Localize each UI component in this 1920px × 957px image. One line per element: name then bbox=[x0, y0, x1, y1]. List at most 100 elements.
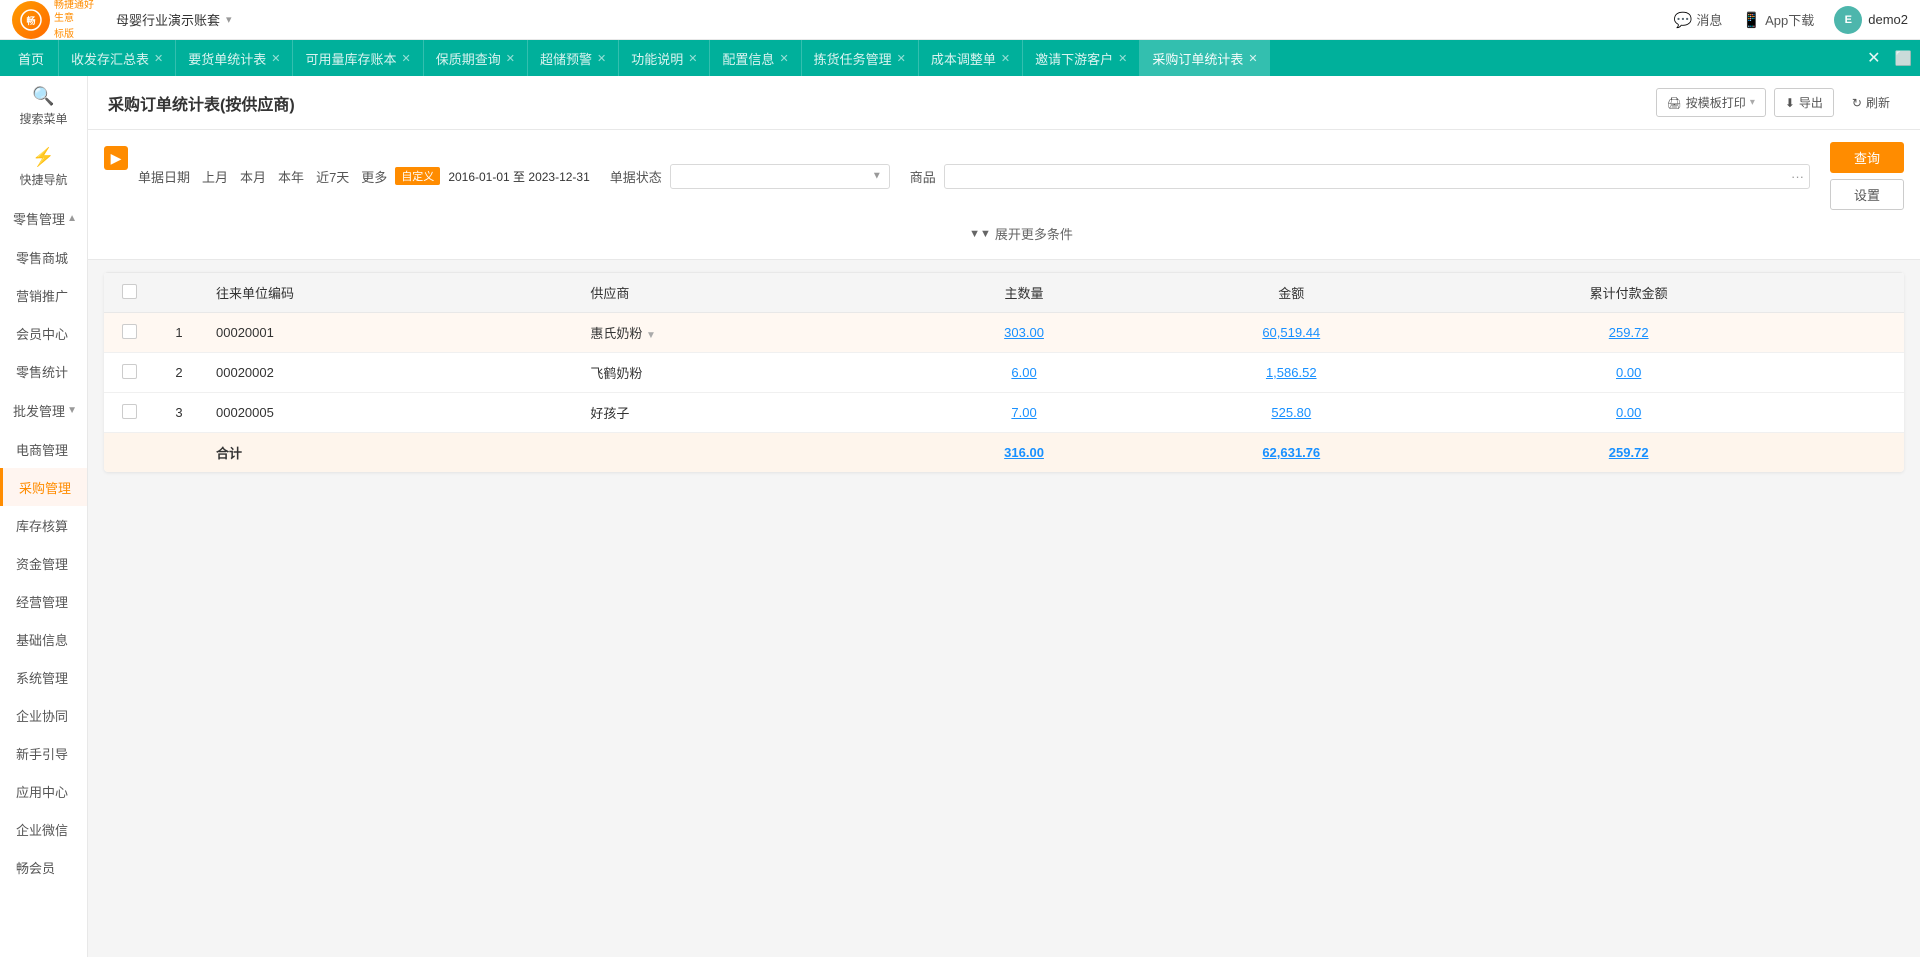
sidebar: 🔍 搜索菜单 ⚡ 快捷导航 零售管理 ▲ 零售商城 营销推广 会员中心 零售统计… bbox=[0, 76, 88, 957]
sidebar-item-wholesale[interactable]: 批发管理 ▼ bbox=[0, 390, 87, 430]
sidebar-item-retail-shop-label: 零售商城 bbox=[16, 248, 68, 267]
sidebar-item-purchase-label: 采购管理 bbox=[19, 478, 71, 497]
tab-stock-ledger[interactable]: 可用量库存账本 ✕ bbox=[293, 40, 423, 76]
tab-home-label: 首页 bbox=[18, 49, 44, 68]
row-qty[interactable]: 303.00 bbox=[907, 313, 1141, 353]
message-btn[interactable]: 💬 消息 bbox=[1674, 10, 1723, 29]
sidebar-item-search[interactable]: 🔍 搜索菜单 bbox=[0, 76, 87, 137]
row-amount[interactable]: 525.80 bbox=[1141, 393, 1441, 433]
expand-more-btn[interactable]: ▼▼ 展开更多条件 bbox=[959, 220, 1083, 247]
tab-order-stat-close[interactable]: ✕ bbox=[271, 52, 280, 65]
row-paid[interactable]: 0.00 bbox=[1441, 393, 1815, 433]
table-row: 3 00020005 好孩子 7.00 525.80 0.00 bbox=[104, 393, 1904, 433]
nav-tabs-bar: 首页 收发存汇总表 ✕ 要货单统计表 ✕ 可用量库存账本 ✕ 保质期查询 ✕ 超… bbox=[0, 40, 1920, 76]
app-name: 畅捷通好生意 bbox=[54, 0, 100, 25]
filter-goods-input[interactable] bbox=[944, 164, 1810, 189]
print-arrow-icon: ▾ bbox=[1750, 97, 1755, 108]
tab-order-stat[interactable]: 要货单统计表 ✕ bbox=[176, 40, 293, 76]
date-btn-7days[interactable]: 近7天 bbox=[312, 166, 353, 187]
goods-input-more-icon[interactable]: ··· bbox=[1791, 169, 1804, 184]
workspace-name: 母婴行业演示账套 bbox=[116, 10, 220, 29]
sidebar-item-retail-shop[interactable]: 零售商城 bbox=[0, 238, 87, 276]
row-supplier-name: 惠氏奶粉 ▼ bbox=[578, 313, 907, 353]
tab-purchase-stat-close[interactable]: ✕ bbox=[1248, 52, 1257, 65]
filter-goods: 商品 ··· bbox=[910, 164, 1810, 189]
tab-cost-adjust[interactable]: 成本调整单 ✕ bbox=[919, 40, 1023, 76]
row-no: 2 bbox=[154, 353, 204, 393]
tab-home[interactable]: 首页 bbox=[4, 40, 59, 76]
tab-receive-send-label: 收发存汇总表 bbox=[71, 49, 149, 68]
sidebar-item-newguide[interactable]: 新手引导 bbox=[0, 734, 87, 772]
app-download-btn[interactable]: 📱 App下载 bbox=[1742, 10, 1814, 29]
sidebar-item-wechat[interactable]: 企业微信 bbox=[0, 810, 87, 848]
user-name: demo2 bbox=[1868, 12, 1908, 27]
sidebar-item-search-label: 搜索菜单 bbox=[19, 110, 67, 127]
footer-label: 合计 bbox=[216, 446, 242, 461]
row-checkbox[interactable] bbox=[122, 404, 137, 419]
user-area[interactable]: E demo2 bbox=[1834, 6, 1908, 34]
sidebar-item-marketing-label: 营销推广 bbox=[16, 286, 68, 305]
tab-receive-send-close[interactable]: ✕ bbox=[154, 52, 163, 65]
tab-config[interactable]: 配置信息 ✕ bbox=[710, 40, 801, 76]
sidebar-item-operations[interactable]: 经营管理 bbox=[0, 582, 87, 620]
sidebar-item-stock-label: 库存核算 bbox=[16, 516, 68, 535]
sidebar-item-purchase[interactable]: 采购管理 bbox=[0, 468, 87, 506]
date-btn-more[interactable]: 更多 bbox=[357, 166, 391, 187]
tab-expiry[interactable]: 保质期查询 ✕ bbox=[424, 40, 528, 76]
sidebar-item-retail-mgmt[interactable]: 零售管理 ▲ bbox=[0, 198, 87, 238]
row-paid[interactable]: 259.72 bbox=[1441, 313, 1815, 353]
sidebar-item-stock[interactable]: 库存核算 bbox=[0, 506, 87, 544]
row-paid[interactable]: 0.00 bbox=[1441, 353, 1815, 393]
row-amount[interactable]: 60,519.44 bbox=[1141, 313, 1441, 353]
btn-query[interactable]: 查询 bbox=[1830, 142, 1904, 173]
sidebar-item-quicknav[interactable]: ⚡ 快捷导航 bbox=[0, 137, 87, 198]
sidebar-item-basic-info[interactable]: 基础信息 bbox=[0, 620, 87, 658]
sidebar-item-member[interactable]: 会员中心 bbox=[0, 314, 87, 352]
date-btn-this-month[interactable]: 本月 bbox=[236, 166, 270, 187]
sidebar-item-sys[interactable]: 系统管理 bbox=[0, 658, 87, 696]
btn-setting[interactable]: 设置 bbox=[1830, 179, 1904, 210]
btn-export[interactable]: ⬇ 导出 bbox=[1774, 88, 1834, 117]
message-label: 消息 bbox=[1696, 10, 1722, 29]
btn-print[interactable]: 🖨 按模板打印 ▾ bbox=[1656, 88, 1766, 117]
row-qty[interactable]: 7.00 bbox=[907, 393, 1141, 433]
sidebar-item-retail-label: 零售管理 bbox=[13, 209, 65, 228]
filter-status-select[interactable] bbox=[670, 164, 890, 189]
sidebar-item-appcenter[interactable]: 应用中心 bbox=[0, 772, 87, 810]
filter-date: 单据日期 上月 本月 本年 近7天 更多 自定义 2016-01-01 至 bbox=[138, 166, 590, 187]
date-btn-last-month[interactable]: 上月 bbox=[198, 166, 232, 187]
row-checkbox[interactable] bbox=[122, 324, 137, 339]
print-icon: 🖨 bbox=[1667, 96, 1682, 110]
logo-icon: 畅 bbox=[12, 1, 50, 39]
tab-receive-send[interactable]: 收发存汇总表 ✕ bbox=[59, 40, 176, 76]
nav-close-icon[interactable]: ✕ bbox=[1863, 44, 1884, 72]
filter-toggle-btn[interactable]: ▶ bbox=[104, 146, 128, 170]
logo-area: 畅 畅捷通好生意 标版 bbox=[12, 0, 100, 40]
tab-invite-downstream[interactable]: 邀请下游客户 ✕ bbox=[1023, 40, 1140, 76]
header-checkbox[interactable] bbox=[122, 284, 137, 299]
tab-purchase-stat-label: 采购订单统计表 bbox=[1152, 49, 1243, 68]
date-custom-tag[interactable]: 自定义 bbox=[395, 167, 440, 185]
tab-pick-task[interactable]: 拣货任务管理 ✕ bbox=[802, 40, 919, 76]
tab-overstock[interactable]: 超储预警 ✕ bbox=[528, 40, 619, 76]
nav-restore-icon[interactable]: ⬜ bbox=[1891, 46, 1916, 71]
row-amount[interactable]: 1,586.52 bbox=[1141, 353, 1441, 393]
row-supplier-code: 00020002 bbox=[204, 353, 578, 393]
sidebar-item-finance[interactable]: 资金管理 bbox=[0, 544, 87, 582]
sidebar-item-marketing[interactable]: 营销推广 bbox=[0, 276, 87, 314]
download-icon: 📱 bbox=[1742, 11, 1761, 29]
col-check bbox=[104, 273, 154, 313]
workspace-selector[interactable]: 母婴行业演示账套 ▾ bbox=[116, 10, 232, 29]
expand-down-icon: ▼▼ bbox=[969, 228, 991, 240]
btn-refresh[interactable]: ↻ 刷新 bbox=[1842, 89, 1900, 116]
tab-func-desc[interactable]: 功能说明 ✕ bbox=[619, 40, 710, 76]
row-qty[interactable]: 6.00 bbox=[907, 353, 1141, 393]
sidebar-item-retail-stat[interactable]: 零售统计 bbox=[0, 352, 87, 390]
tab-purchase-stat[interactable]: 采购订单统计表 ✕ bbox=[1140, 40, 1269, 76]
sidebar-item-member2[interactable]: 畅会员 bbox=[0, 848, 87, 886]
page-header: 采购订单统计表(按供应商) 🖨 按模板打印 ▾ ⬇ 导出 ↻ 刷新 bbox=[88, 76, 1920, 130]
row-checkbox[interactable] bbox=[122, 364, 137, 379]
sidebar-item-ecommerce[interactable]: 电商管理 bbox=[0, 430, 87, 468]
date-btn-this-year[interactable]: 本年 bbox=[274, 166, 308, 187]
sidebar-item-collab[interactable]: 企业协同 bbox=[0, 696, 87, 734]
